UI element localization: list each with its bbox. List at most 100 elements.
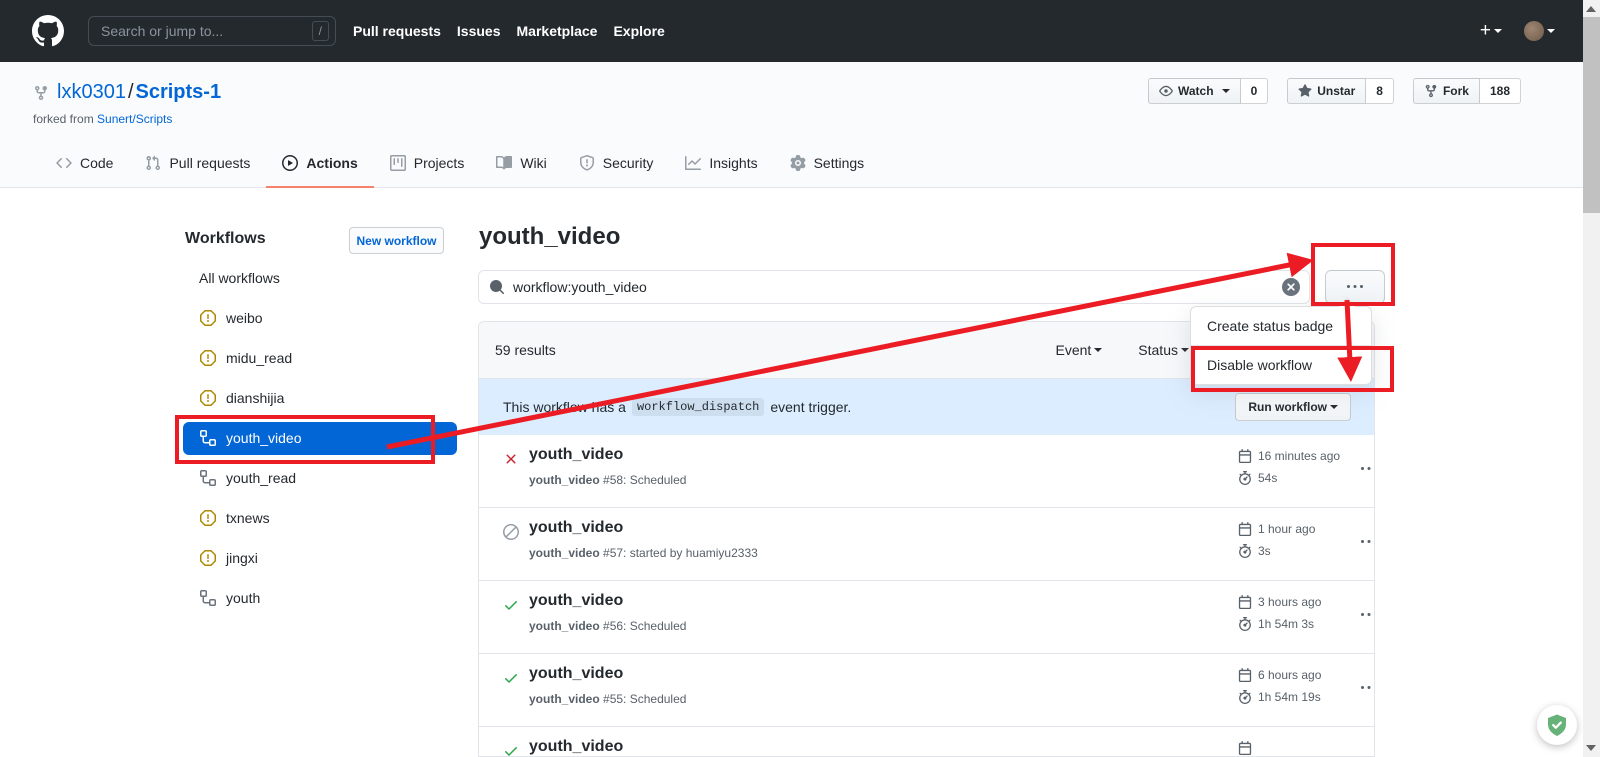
project-icon	[390, 155, 406, 171]
run-description: youth_video #56: Scheduled	[529, 619, 686, 633]
shield-icon	[579, 155, 595, 171]
sidebar-item-txnews[interactable]: txnews	[183, 498, 457, 538]
watch-group: Watch 0	[1148, 78, 1268, 104]
star-count[interactable]: 8	[1366, 78, 1394, 104]
workflow-runs-panel: 59 results Event Status This workflow ha…	[478, 321, 1375, 757]
run-duration: 3s	[1238, 544, 1271, 558]
navbar-right: +	[1480, 20, 1555, 42]
runs-search-input[interactable]	[513, 279, 1274, 295]
kebab-icon	[1361, 607, 1375, 623]
pull-request-icon	[145, 155, 161, 171]
run-row-58[interactable]: youth_video youth_video #58: Scheduled 1…	[479, 435, 1374, 508]
repo-owner-link[interactable]: lxk0301	[57, 81, 126, 103]
watch-count[interactable]: 0	[1241, 78, 1269, 104]
results-count: 59 results	[495, 342, 556, 358]
run-row-56[interactable]: youth_video youth_video #56: Scheduled 3…	[479, 581, 1374, 654]
repo-title: lxk0301/Scripts-1	[33, 81, 221, 104]
run-options-button[interactable]	[1361, 534, 1375, 550]
nav-link-pull-requests[interactable]: Pull requests	[353, 23, 441, 39]
tab-actions[interactable]: Actions	[266, 140, 373, 188]
unstar-button[interactable]: Unstar	[1287, 78, 1366, 104]
caret-down-icon	[1094, 348, 1102, 356]
tab-security[interactable]: Security	[563, 140, 670, 188]
nav-link-explore[interactable]: Explore	[613, 23, 664, 39]
page-scrollbar[interactable]	[1583, 0, 1600, 757]
kebab-icon	[1361, 461, 1375, 477]
menu-item-disable-workflow[interactable]: Disable workflow	[1191, 350, 1371, 380]
kebab-icon	[1361, 680, 1375, 696]
play-icon	[282, 155, 298, 171]
user-menu-button[interactable]	[1524, 21, 1555, 41]
tab-wiki[interactable]: Wiki	[480, 140, 562, 188]
stopwatch-icon	[1238, 617, 1252, 631]
tab-settings[interactable]: Settings	[774, 140, 881, 188]
run-row-55[interactable]: youth_video youth_video #55: Scheduled 6…	[479, 654, 1374, 727]
repo-forked-icon	[33, 85, 49, 101]
sidebar-item-all-workflows[interactable]: All workflows	[183, 258, 457, 298]
run-duration: 1h 54m 3s	[1238, 617, 1314, 631]
run-description: youth_video #55: Scheduled	[529, 692, 686, 706]
run-description: youth_video #57: started by huamiyu2333	[529, 546, 758, 560]
watch-button[interactable]: Watch	[1148, 78, 1241, 104]
run-link[interactable]: youth_video	[529, 738, 623, 756]
run-options-button[interactable]	[1361, 680, 1375, 696]
tab-projects[interactable]: Projects	[374, 140, 481, 188]
workflow-icon	[200, 470, 216, 486]
run-row-57[interactable]: youth_video youth_video #57: started by …	[479, 508, 1374, 581]
sidebar-item-weibo[interactable]: weibo	[183, 298, 457, 338]
tab-insights[interactable]: Insights	[669, 140, 773, 188]
sidebar-item-youth-read[interactable]: youth_read	[183, 458, 457, 498]
fork-group: Fork 188	[1413, 78, 1521, 104]
workflow-more-options-button[interactable]	[1325, 270, 1385, 304]
run-link[interactable]: youth_video	[529, 519, 623, 537]
book-icon	[496, 155, 512, 171]
run-workflow-button[interactable]: Run workflow	[1235, 393, 1351, 421]
github-logo-icon[interactable]	[32, 15, 64, 47]
run-time: 6 hours ago	[1238, 668, 1321, 682]
new-workflow-button[interactable]: New workflow	[349, 227, 444, 254]
alert-icon	[200, 510, 216, 526]
sidebar-item-youth[interactable]: youth	[183, 578, 457, 618]
run-link[interactable]: youth_video	[529, 446, 623, 464]
runs-search-box	[478, 270, 1310, 304]
fork-count[interactable]: 188	[1480, 78, 1521, 104]
sidebar-item-youth-video[interactable]: youth_video	[183, 422, 457, 455]
workflow-icon	[200, 430, 216, 446]
run-options-button[interactable]	[1361, 607, 1375, 623]
scrollbar-thumb[interactable]	[1583, 17, 1600, 213]
fork-source-link[interactable]: Sunert/Scripts	[97, 112, 172, 126]
workflows-heading: Workflows	[185, 230, 266, 248]
calendar-icon	[1238, 741, 1252, 755]
calendar-icon	[1238, 668, 1252, 682]
run-duration: 54s	[1238, 471, 1277, 485]
circle-slash-icon	[503, 524, 519, 540]
tab-code[interactable]: Code	[40, 140, 129, 188]
menu-item-create-status-badge[interactable]: Create status badge	[1191, 311, 1371, 341]
run-row-partial[interactable]: youth_video	[479, 727, 1374, 757]
run-link[interactable]: youth_video	[529, 592, 623, 610]
alert-icon	[200, 350, 216, 366]
clear-search-button[interactable]	[1282, 278, 1300, 296]
run-link[interactable]: youth_video	[529, 665, 623, 683]
sidebar-item-midu-read[interactable]: midu_read	[183, 338, 457, 378]
global-search-input[interactable]	[88, 16, 336, 46]
event-filter[interactable]: Event	[1055, 342, 1102, 358]
fork-button[interactable]: Fork	[1413, 78, 1480, 104]
create-new-button[interactable]: +	[1480, 20, 1502, 42]
sidebar-item-dianshijia[interactable]: dianshijia	[183, 378, 457, 418]
scrollbar-up-arrow[interactable]	[1586, 6, 1596, 12]
run-options-button[interactable]	[1361, 461, 1375, 477]
eye-icon	[1159, 84, 1173, 98]
tab-pull-requests[interactable]: Pull requests	[129, 140, 266, 188]
code-icon	[56, 155, 72, 171]
scrollbar-down-arrow[interactable]	[1586, 745, 1596, 751]
repo-name-link[interactable]: Scripts-1	[136, 81, 222, 103]
nav-link-issues[interactable]: Issues	[457, 23, 501, 39]
status-filter[interactable]: Status	[1138, 342, 1189, 358]
run-time: 16 minutes ago	[1238, 449, 1340, 463]
stopwatch-icon	[1238, 690, 1252, 704]
adblock-shield-badge[interactable]	[1537, 705, 1577, 745]
sidebar-item-jingxi[interactable]: jingxi	[183, 538, 457, 578]
nav-link-marketplace[interactable]: Marketplace	[517, 23, 598, 39]
global-search[interactable]: /	[88, 16, 336, 46]
